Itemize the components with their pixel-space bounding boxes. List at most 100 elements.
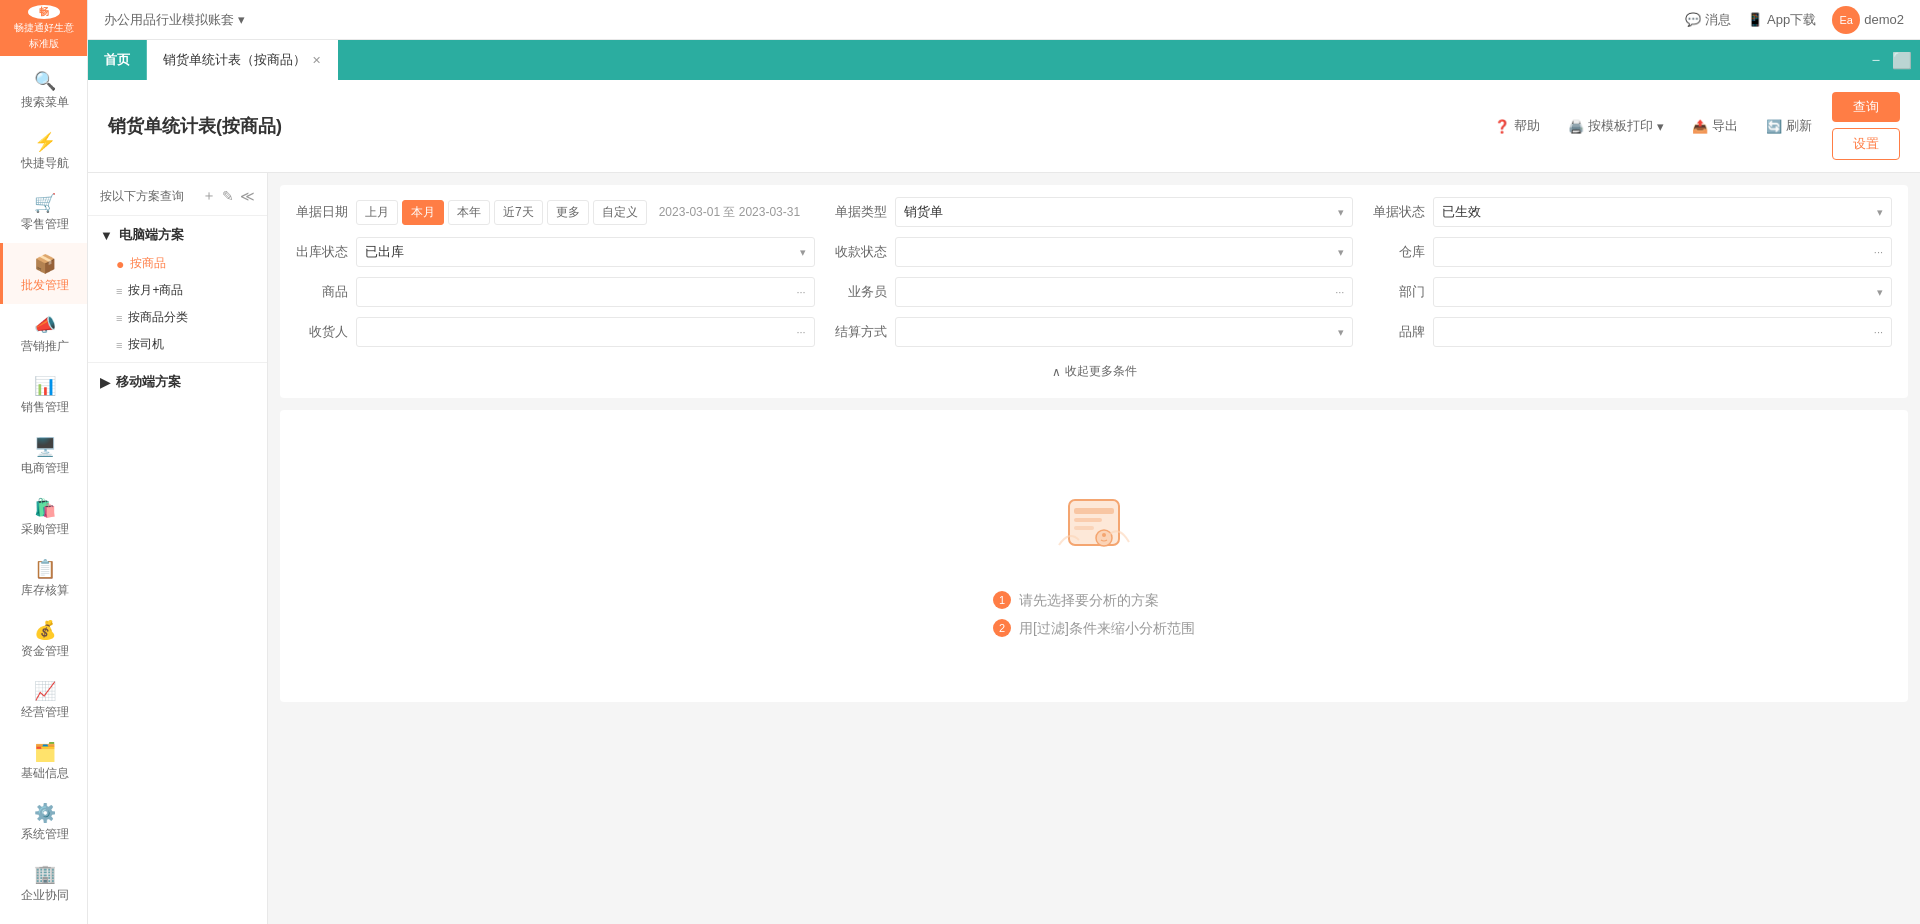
retail-icon: 🛒 [34,192,56,214]
settlement-arrow: ▾ [1338,326,1344,339]
wholesale-icon: 📦 [34,253,56,275]
date-btn-this-year[interactable]: 本年 [448,200,490,225]
settings-button[interactable]: 设置 [1832,128,1900,160]
goods-value[interactable]: ··· [356,277,815,307]
brand-dots[interactable]: ··· [1874,326,1883,338]
sidebar-item-search[interactable]: 🔍 搜索菜单 [0,60,87,121]
user-area[interactable]: Ea demo2 [1832,6,1904,34]
department-label: 部门 [1373,283,1433,301]
filter-doc-type-item: 单据类型 销货单 ▾ [835,197,1354,227]
print-dropdown-icon: ▾ [1657,119,1664,134]
goods-dots[interactable]: ··· [797,286,806,298]
collapse-icon: ∧ [1052,365,1061,379]
sidebar-item-basic[interactable]: 🗂️ 基础信息 [0,731,87,792]
storage-value[interactable]: ··· [1433,237,1892,267]
sidebar-item-wholesale[interactable]: 📦 批发管理 [0,243,87,304]
empty-state: 1 请先选择要分析的方案 2 用[过滤]条件来缩小分析范围 [280,410,1908,702]
section-divider [88,362,267,363]
message-button[interactable]: 💬 消息 [1685,11,1731,29]
tab-bar: 首页 销货单统计表（按商品） ✕ － ⬜ [88,40,1920,80]
sidebar-item-label-operation: 经营管理 [21,704,69,721]
department-value[interactable]: ▾ [1433,277,1892,307]
sidebar-item-retail[interactable]: 🛒 零售管理 [0,182,87,243]
tab-bar-right: － ⬜ [1868,50,1920,71]
settlement-value[interactable]: ▾ [895,317,1354,347]
recipient-value[interactable]: ··· [356,317,815,347]
edit-scheme-icon[interactable]: ✎ [222,188,234,204]
sidebar-item-label-marketing: 营销推广 [21,338,69,355]
sidebar-item-inventory[interactable]: 📋 库存核算 [0,548,87,609]
goods-label: 商品 [296,283,356,301]
sidebar-item-finance[interactable]: 💰 资金管理 [0,609,87,670]
date-btn-more[interactable]: 更多 [547,200,589,225]
sidebar-nav: 🔍 搜索菜单 ⚡ 快捷导航 🛒 零售管理 📦 批发管理 📣 营销推广 📊 销售管… [0,56,87,924]
inventory-icon: 📋 [34,558,56,580]
sidebar-item-ecommerce[interactable]: 🖥️ 电商管理 [0,426,87,487]
doc-status-value[interactable]: 已生效 ▾ [1433,197,1892,227]
logo-area[interactable]: 畅 畅捷通好生意 标准版 [0,0,87,56]
salesperson-value[interactable]: ··· [895,277,1354,307]
tree-child-by-category[interactable]: ≡ 按商品分类 [88,304,267,331]
tree-parent-mobile[interactable]: ▶ 移动端方案 [88,367,267,397]
print-button[interactable]: 🖨️ 按模板打印 ▾ [1560,113,1672,139]
sidebar-item-system[interactable]: ⚙️ 系统管理 [0,792,87,853]
filter-row-4: 收货人 ··· 结算方式 ▾ [296,317,1892,347]
storage-label: 仓库 [1373,243,1433,261]
date-filter: 上月 本月 本年 近7天 更多 自定义 2023-03-01 至 2023-03… [356,200,815,225]
filter-goods-item: 商品 ··· [296,277,815,307]
storage-dots[interactable]: ··· [1874,246,1883,258]
warehouse-value[interactable]: 已出库 ▾ [356,237,815,267]
tab-home[interactable]: 首页 [88,40,147,80]
operation-icon: 📈 [34,680,56,702]
collapse-btn[interactable]: ∧ 收起更多条件 [296,357,1892,386]
date-btn-last7[interactable]: 近7天 [494,200,543,225]
marketing-icon: 📣 [34,314,56,336]
sidebar-item-quick[interactable]: ⚡ 快捷导航 [0,121,87,182]
sidebar-item-purchase[interactable]: 🛍️ 采购管理 [0,487,87,548]
tree-child-by-goods[interactable]: ● 按商品 [88,250,267,277]
tree-child-by-cashier[interactable]: ≡ 按司机 [88,331,267,358]
tab-sales-stats[interactable]: 销货单统计表（按商品） ✕ [147,40,338,80]
doc-type-label: 单据类型 [835,203,895,221]
sidebar-item-marketing[interactable]: 📣 营销推广 [0,304,87,365]
industry-dropdown[interactable]: 办公用品行业模拟账套 ▾ [104,11,245,29]
doc-type-value[interactable]: 销货单 ▾ [895,197,1354,227]
tree-parent-desktop[interactable]: ▼ 电脑端方案 [88,220,267,250]
query-btn-area: 查询 设置 [1832,92,1900,160]
add-scheme-icon[interactable]: ＋ [202,187,216,205]
sidebar-item-operation[interactable]: 📈 经营管理 [0,670,87,731]
recipient-dots[interactable]: ··· [797,326,806,338]
sidebar-item-enterprise[interactable]: 🏢 企业协同 [0,853,87,914]
payment-value[interactable]: ▾ [895,237,1354,267]
left-panel: 按以下方案查询 ＋ ✎ ≪ ▼ 电脑端方案 ● 按商品 ≡ [88,173,268,924]
export-icon: 📤 [1692,119,1708,134]
basic-icon: 🗂️ [34,741,56,763]
tab-close-icon[interactable]: ✕ [312,54,321,67]
refresh-button[interactable]: 🔄 刷新 [1758,113,1820,139]
tab-minimize-icon[interactable]: － [1868,50,1884,71]
print-icon: 🖨️ [1568,119,1584,134]
tab-maximize-icon[interactable]: ⬜ [1892,51,1912,70]
refresh-icon: 🔄 [1766,119,1782,134]
sidebar-item-label-enterprise: 企业协同 [21,887,69,904]
date-btn-last-month[interactable]: 上月 [356,200,398,225]
panel-divider [88,215,267,216]
sidebar-item-guide[interactable]: 🎯 新手引导 [0,914,87,924]
salesperson-dots[interactable]: ··· [1335,286,1344,298]
query-button[interactable]: 查询 [1832,92,1900,122]
app-download-button[interactable]: 📱 App下载 [1747,11,1816,29]
tree-child-by-month[interactable]: ≡ 按月+商品 [88,277,267,304]
system-icon: ⚙️ [34,802,56,824]
help-button[interactable]: ❓ 帮助 [1486,113,1548,139]
sidebar-item-sales[interactable]: 📊 销售管理 [0,365,87,426]
date-btn-custom[interactable]: 自定义 [593,200,647,225]
recipient-label: 收货人 [296,323,356,341]
collapse-panel-icon[interactable]: ≪ [240,188,255,204]
export-button[interactable]: 📤 导出 [1684,113,1746,139]
date-btn-this-month[interactable]: 本月 [402,200,444,225]
filter-doc-status-item: 单据状态 已生效 ▾ [1373,197,1892,227]
doc-status-text: 已生效 [1442,203,1873,221]
sales-icon: 📊 [34,375,56,397]
brand-value[interactable]: ··· [1433,317,1892,347]
month-item-icon: ≡ [116,285,122,297]
